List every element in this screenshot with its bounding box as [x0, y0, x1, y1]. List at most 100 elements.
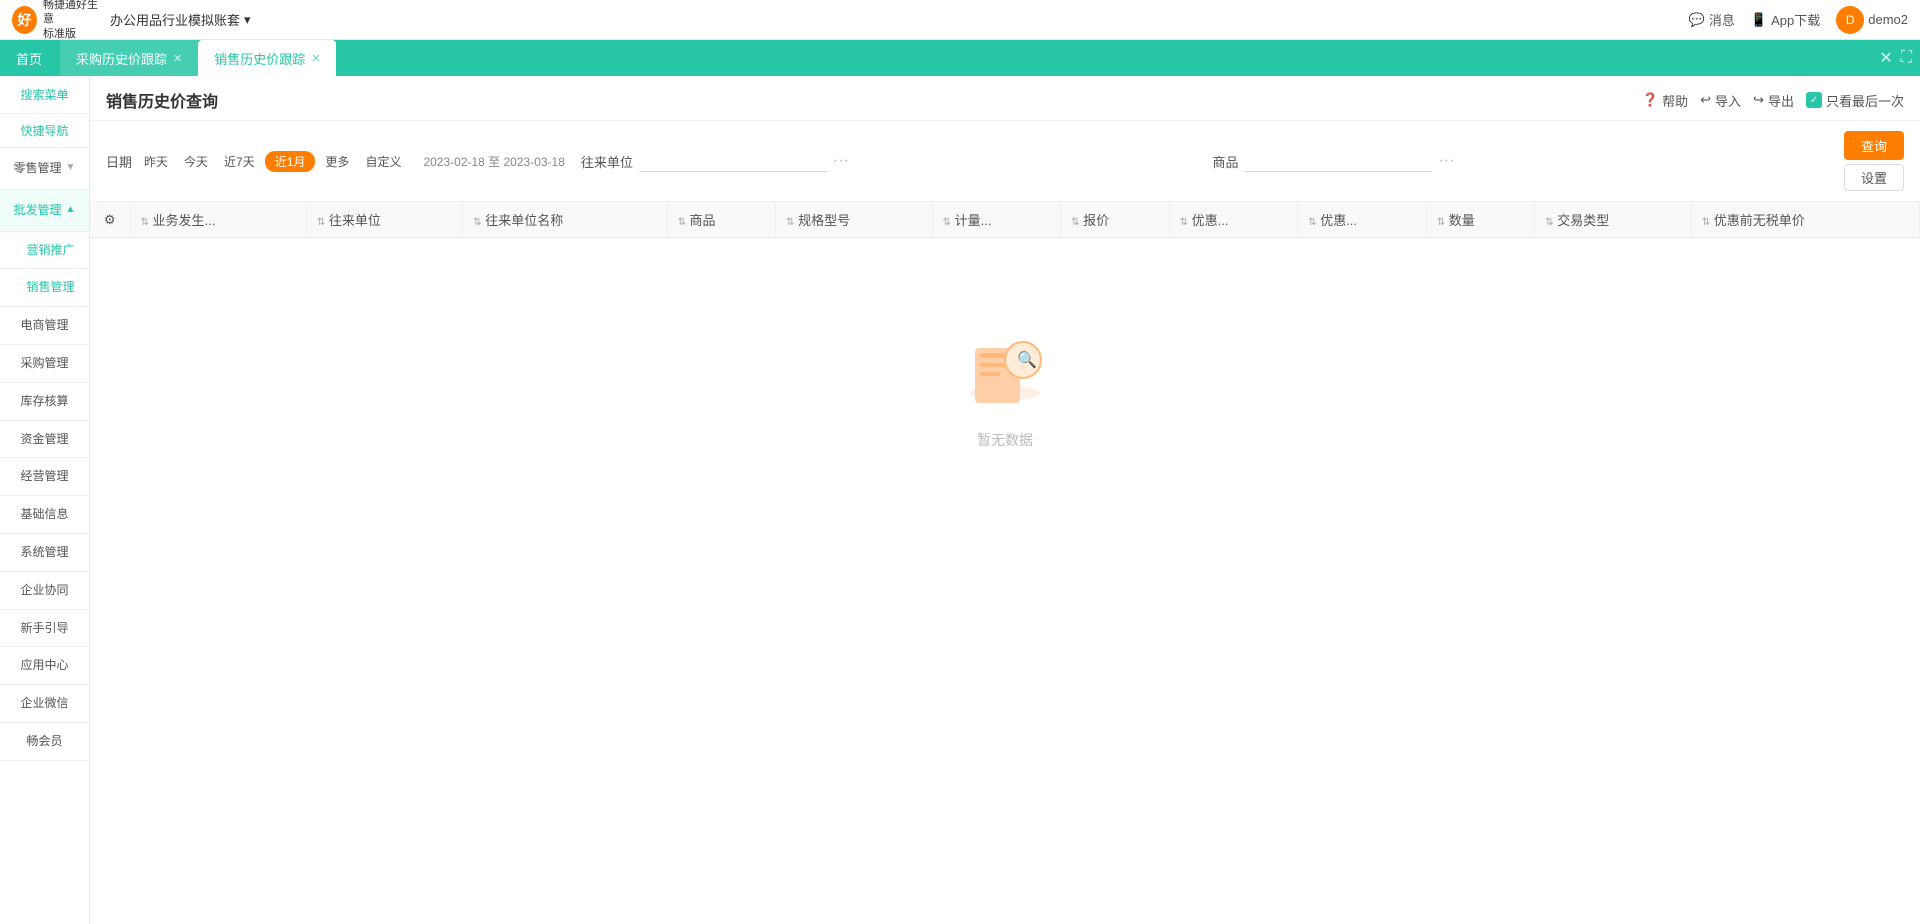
tab-sales-history[interactable]: 销售历史价跟踪 ✕	[198, 40, 336, 76]
help-button[interactable]: ❓ 帮助	[1642, 91, 1688, 110]
header-right: 💬 消息 📱 App下载 D demo2	[1689, 6, 1908, 34]
sidebar-item-system[interactable]: 系统管理	[0, 534, 89, 572]
chevron-up-icon: ▲	[66, 203, 76, 217]
table-col-goods[interactable]: ⇅ 商品	[667, 202, 776, 238]
empty-state: 🔍 暂无数据	[90, 238, 1920, 530]
maximize-button[interactable]: ⛶	[1901, 49, 1912, 67]
sidebar-item-enterprise[interactable]: 企业协同	[0, 572, 89, 610]
date-btn-custom[interactable]: 自定义	[359, 151, 407, 172]
table-col-discount1[interactable]: ⇅ 优惠...	[1169, 202, 1298, 238]
date-buttons: 昨天 今天 近7天 近1月 更多 自定义	[138, 151, 407, 172]
message-button[interactable]: 💬 消息	[1689, 10, 1735, 29]
tab-home[interactable]: 首页	[0, 40, 58, 76]
user-profile[interactable]: D demo2	[1836, 6, 1908, 34]
table-container: ⚙ ⇅ 业务发生... ⇅ 往来单位 ⇅ 往来单位名称	[90, 202, 1920, 530]
table-col-settings[interactable]: ⚙	[90, 202, 130, 238]
sidebar-item-wholesale[interactable]: 批发管理 ▲	[0, 190, 89, 232]
app-download-button[interactable]: 📱 App下载	[1751, 10, 1820, 29]
logo-text: 畅捷通好生意 标准版	[43, 0, 102, 41]
sidebar-item-basic[interactable]: 基础信息	[0, 496, 89, 534]
sidebar-item-guide[interactable]: 新手引导	[0, 610, 89, 648]
sort-icon: ⇅	[1702, 217, 1710, 228]
table-col-trade-type[interactable]: ⇅ 交易类型	[1535, 202, 1691, 238]
sidebar-item-sales-mgmt[interactable]: 销售管理	[0, 269, 89, 307]
sort-icon: ⇅	[317, 217, 325, 228]
chevron-down-icon: ▾	[244, 12, 251, 28]
date-btn-today[interactable]: 今天	[178, 151, 214, 172]
tab-close-purchase[interactable]: ✕	[173, 52, 182, 65]
sidebar-item-marketing[interactable]: 营销推广	[0, 232, 89, 270]
table-col-no-tax-price[interactable]: ⇅ 优惠前无税单价	[1691, 202, 1919, 238]
import-button[interactable]: ↩ 导入	[1700, 91, 1741, 110]
help-icon: ❓	[1642, 92, 1658, 108]
data-table: ⚙ ⇅ 业务发生... ⇅ 往来单位 ⇅ 往来单位名称	[90, 202, 1920, 238]
sidebar-item-purchase[interactable]: 采购管理	[0, 345, 89, 383]
goods-label: 商品	[1212, 152, 1238, 171]
date-range: 2023-02-18 至 2023-03-18	[423, 153, 564, 170]
sidebar-item-ecommerce[interactable]: 电商管理	[0, 307, 89, 345]
from-unit-input[interactable]	[639, 150, 827, 172]
table-col-unit[interactable]: ⇅ 计量...	[932, 202, 1061, 238]
only-last-checkbox[interactable]: ✓ 只看最后一次	[1806, 91, 1904, 110]
goods-dots[interactable]: ···	[1438, 152, 1454, 170]
avatar: D	[1836, 6, 1864, 34]
table-col-qty[interactable]: ⇅ 数量	[1426, 202, 1535, 238]
empty-text: 暂无数据	[977, 430, 1033, 450]
filter-bar: 日期 昨天 今天 近7天 近1月 更多 自定义 2023-02-18 至 202…	[90, 121, 1920, 202]
empty-icon: 🔍	[955, 318, 1055, 418]
sidebar-item-member[interactable]: 畅会员	[0, 723, 89, 761]
tab-purchase-history[interactable]: 采购历史价跟踪 ✕	[60, 40, 198, 76]
table-header-row: ⚙ ⇅ 业务发生... ⇅ 往来单位 ⇅ 往来单位名称	[90, 202, 1920, 238]
import-icon: ↩	[1700, 92, 1711, 108]
close-tab-button[interactable]: ✕	[1879, 48, 1892, 68]
sort-icon: ⇅	[786, 217, 794, 228]
page-header: 销售历史价查询 ❓ 帮助 ↩ 导入 ↪ 导出 ✓ 只看最后一次	[90, 76, 1920, 121]
date-btn-yesterday[interactable]: 昨天	[138, 151, 174, 172]
table-col-spec[interactable]: ⇅ 规格型号	[776, 202, 932, 238]
sidebar-item-operation[interactable]: 经营管理	[0, 458, 89, 496]
export-button[interactable]: ↪ 导出	[1753, 91, 1794, 110]
svg-text:🔍: 🔍	[1017, 349, 1037, 369]
from-unit-filter: 往来单位 ···	[581, 150, 1197, 172]
sidebar: 搜索菜单 快捷导航 零售管理 ▼ 批发管理 ▲ 营销推广 销售管理 电商管理 采…	[0, 76, 90, 924]
date-btn-1month[interactable]: 近1月	[265, 151, 316, 172]
sidebar-item-inventory[interactable]: 库存核算	[0, 383, 89, 421]
main-content: 销售历史价查询 ❓ 帮助 ↩ 导入 ↪ 导出 ✓ 只看最后一次	[90, 76, 1920, 924]
tab-bar: 首页 采购历史价跟踪 ✕ 销售历史价跟踪 ✕ ✕ ⛶	[0, 40, 1920, 76]
sort-icon: ⇅	[1180, 217, 1188, 228]
sidebar-item-retail[interactable]: 零售管理 ▼	[0, 148, 89, 190]
sidebar-nav[interactable]: 快捷导航	[0, 114, 89, 148]
settings-icon: ⚙	[104, 212, 116, 227]
tab-close-sales[interactable]: ✕	[311, 52, 320, 65]
sidebar-item-finance[interactable]: 资金管理	[0, 421, 89, 459]
date-btn-7days[interactable]: 近7天	[218, 151, 261, 172]
table-col-biz-date[interactable]: ⇅ 业务发生...	[130, 202, 306, 238]
top-header: 好 畅捷通好生意 标准版 办公用品行业模拟账套 ▾ 💬 消息 📱 App下载 D…	[0, 0, 1920, 40]
query-button[interactable]: 查询	[1844, 131, 1904, 160]
goods-input[interactable]	[1244, 150, 1432, 172]
workspace-selector[interactable]: 办公用品行业模拟账套 ▾	[110, 10, 251, 29]
table-col-unit-name[interactable]: ⇅ 往来单位名称	[463, 202, 667, 238]
tab-bar-actions: ✕ ⛶	[1879, 48, 1920, 68]
message-icon: 💬	[1689, 12, 1705, 28]
sort-icon: ⇅	[1308, 217, 1316, 228]
table-col-discount2[interactable]: ⇅ 优惠...	[1298, 202, 1427, 238]
filter-actions: 查询 设置	[1844, 131, 1904, 191]
from-unit-dots[interactable]: ···	[833, 152, 849, 170]
checkbox-icon: ✓	[1806, 92, 1822, 108]
table-col-price[interactable]: ⇅ 报价	[1061, 202, 1170, 238]
page-actions: ❓ 帮助 ↩ 导入 ↪ 导出 ✓ 只看最后一次	[1642, 91, 1904, 110]
sort-icon: ⇅	[1545, 217, 1553, 228]
filter-settings-button[interactable]: 设置	[1844, 164, 1904, 191]
page-container: 销售历史价查询 ❓ 帮助 ↩ 导入 ↪ 导出 ✓ 只看最后一次	[90, 76, 1920, 924]
sidebar-item-appstore[interactable]: 应用中心	[0, 647, 89, 685]
date-btn-more[interactable]: 更多	[319, 151, 355, 172]
chevron-down-icon: ▼	[66, 161, 76, 175]
table-col-unit-code[interactable]: ⇅ 往来单位	[306, 202, 462, 238]
date-filter-group: 日期 昨天 今天 近7天 近1月 更多 自定义	[106, 151, 407, 172]
sidebar-item-wechat[interactable]: 企业微信	[0, 685, 89, 723]
sidebar-search[interactable]: 搜索菜单	[0, 76, 89, 114]
sort-icon: ⇅	[678, 217, 686, 228]
export-icon: ↪	[1753, 92, 1764, 108]
page-title: 销售历史价查询	[106, 88, 218, 112]
